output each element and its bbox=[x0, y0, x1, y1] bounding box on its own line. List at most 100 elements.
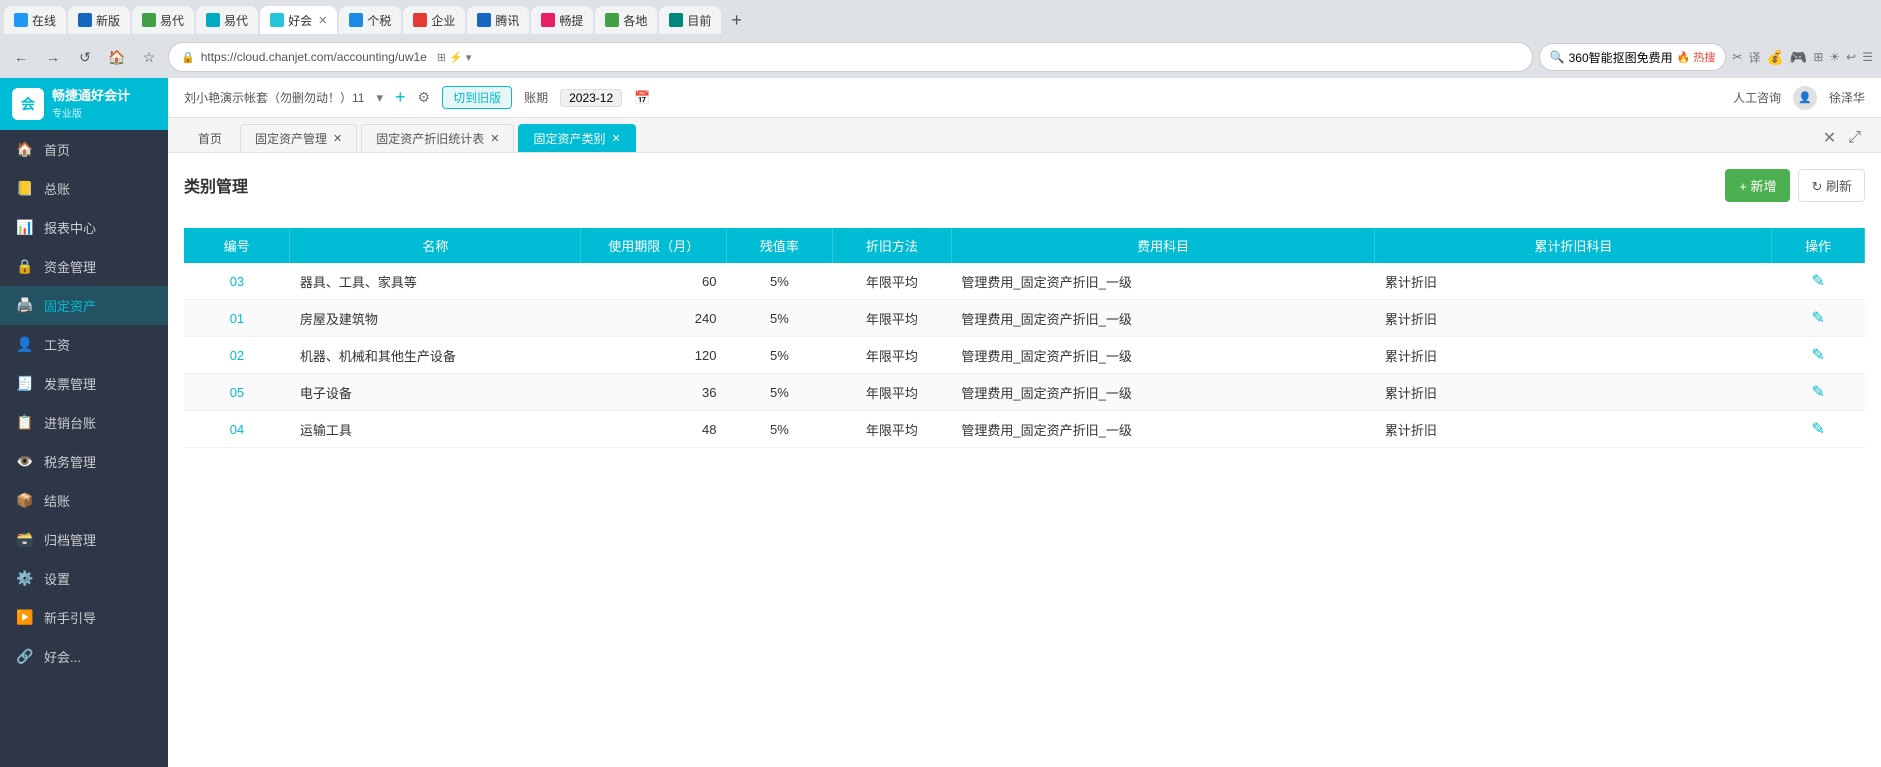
expand-panel-btn[interactable]: ⤢ bbox=[1844, 125, 1865, 151]
th-period: 使用期限（月） bbox=[581, 228, 727, 263]
browser-tab-1[interactable]: 在线 bbox=[4, 6, 66, 34]
sidebar-item-capital[interactable]: 🔒 资金管理 bbox=[0, 247, 168, 286]
tab-icon-11 bbox=[669, 13, 683, 27]
sidebar-item-home[interactable]: 🏠 首页 bbox=[0, 130, 168, 169]
browser-chrome: 在线 新版 易代 易代 好会 ✕ 个税 企业 腾讯 bbox=[0, 0, 1881, 78]
sidebar-item-archive[interactable]: 🗃️ 归档管理 bbox=[0, 520, 168, 559]
add-btn[interactable]: + 新增 bbox=[1725, 169, 1790, 202]
sidebar-item-fixed[interactable]: 🖨️ 固定资产 bbox=[0, 286, 168, 325]
sidebar-item-more[interactable]: 🔗 好会... bbox=[0, 637, 168, 676]
cell-edit[interactable]: ✎ bbox=[1772, 300, 1865, 337]
cell-code[interactable]: 02 bbox=[184, 337, 290, 374]
bookmark-btn[interactable]: ☆ bbox=[136, 44, 162, 70]
url-bar[interactable]: 🔒 https://cloud.chanjet.com/accounting/u… bbox=[168, 42, 1533, 72]
browser-tab-10[interactable]: 各地 bbox=[595, 6, 657, 34]
tab-fixed-mgmt[interactable]: 固定资产管理 ✕ bbox=[240, 124, 357, 152]
sidebar-item-close[interactable]: 📦 结账 bbox=[0, 481, 168, 520]
browser-tab-9[interactable]: 畅提 bbox=[531, 6, 593, 34]
sidebar-label-guide: 新手引导 bbox=[44, 608, 96, 627]
sidebar-item-io[interactable]: 📋 进销台账 bbox=[0, 403, 168, 442]
browser-tab-7[interactable]: 企业 bbox=[403, 6, 465, 34]
sidebar-item-reports[interactable]: 📊 报表中心 bbox=[0, 208, 168, 247]
close-panel-btn[interactable]: ✕ bbox=[1819, 124, 1840, 152]
dropdown-icon[interactable]: ▾ bbox=[376, 90, 383, 106]
sidebar-label-fixed: 固定资产 bbox=[44, 296, 96, 315]
tab-icon-1 bbox=[14, 13, 28, 27]
translate-icon[interactable]: 译 bbox=[1748, 49, 1760, 66]
cell-code[interactable]: 01 bbox=[184, 300, 290, 337]
consult-btn[interactable]: 人工咨询 bbox=[1733, 89, 1781, 106]
menu-icon[interactable]: ☰ bbox=[1862, 50, 1873, 64]
logo-text-wrapper: 畅捷通好会计 专业版 bbox=[52, 88, 130, 120]
cell-code[interactable]: 03 bbox=[184, 263, 290, 300]
back-btn[interactable]: ← bbox=[8, 44, 34, 70]
sidebar-item-guide[interactable]: ▶️ 新手引导 bbox=[0, 598, 168, 637]
browser-tab-2[interactable]: 新版 bbox=[68, 6, 130, 34]
tab-depreciation[interactable]: 固定资产折旧统计表 ✕ bbox=[361, 124, 514, 152]
brightness-icon[interactable]: ☀ bbox=[1829, 50, 1840, 64]
tab-icon-2 bbox=[78, 13, 92, 27]
cell-code[interactable]: 04 bbox=[184, 411, 290, 448]
browser-tab-8[interactable]: 腾讯 bbox=[467, 6, 529, 34]
tab-home[interactable]: 首页 bbox=[184, 125, 236, 152]
cell-edit[interactable]: ✎ bbox=[1772, 411, 1865, 448]
cell-residual: 5% bbox=[727, 300, 833, 337]
more-icon-sidebar: 🔗 bbox=[16, 648, 34, 666]
refresh-btn[interactable]: ↻ 刷新 bbox=[1798, 169, 1865, 202]
sidebar-item-tax[interactable]: 👁️ 税务管理 bbox=[0, 442, 168, 481]
cell-residual: 5% bbox=[727, 411, 833, 448]
sidebar-label-io: 进销台账 bbox=[44, 413, 96, 432]
lock-icon: 🔒 bbox=[181, 51, 195, 64]
cell-method: 年限平均 bbox=[832, 337, 951, 374]
cut-icon[interactable]: ✂ bbox=[1732, 50, 1742, 64]
tab-close-category[interactable]: ✕ bbox=[612, 132, 621, 145]
tab-close-fixed-mgmt[interactable]: ✕ bbox=[333, 132, 342, 145]
reload-btn[interactable]: ↺ bbox=[72, 44, 98, 70]
cell-edit[interactable]: ✎ bbox=[1772, 263, 1865, 300]
cell-accum: 累计折旧 bbox=[1375, 300, 1772, 337]
switch-version-btn[interactable]: 切到旧版 bbox=[442, 86, 512, 109]
browser-tab-5[interactable]: 好会 ✕ bbox=[260, 6, 337, 34]
home-icon: 🏠 bbox=[16, 141, 34, 159]
tabs-nav: 首页 固定资产管理 ✕ 固定资产折旧统计表 ✕ 固定资产类别 ✕ ✕ ⤢ bbox=[168, 118, 1881, 153]
fixed-icon: 🖨️ bbox=[16, 297, 34, 315]
coin-icon[interactable]: 💰 bbox=[1766, 49, 1783, 66]
new-tab-btn[interactable]: + bbox=[723, 10, 750, 31]
sidebar-item-settings[interactable]: ⚙️ 设置 bbox=[0, 559, 168, 598]
game-icon[interactable]: 🎮 bbox=[1790, 49, 1807, 66]
sidebar-label-settings: 设置 bbox=[44, 569, 70, 588]
browser-tab-6[interactable]: 个税 bbox=[339, 6, 401, 34]
browser-tab-11[interactable]: 目前 bbox=[659, 6, 721, 34]
add-account-btn[interactable]: + bbox=[395, 87, 406, 108]
cell-residual: 5% bbox=[727, 263, 833, 300]
hot-label: 🔥 热搜 bbox=[1677, 49, 1716, 65]
calendar-icon[interactable]: 📅 bbox=[634, 90, 650, 106]
home-btn[interactable]: 🏠 bbox=[104, 44, 130, 70]
tab-category[interactable]: 固定资产类别 ✕ bbox=[518, 124, 635, 152]
browser-tab-4[interactable]: 易代 bbox=[196, 6, 258, 34]
search-bar[interactable]: 🔍 360智能抠图免费用 🔥 热搜 bbox=[1539, 43, 1727, 71]
tab-close-5[interactable]: ✕ bbox=[318, 14, 327, 27]
table-header-row: 编号 名称 使用期限（月） 残值率 折旧方法 费用科目 累计折旧科目 操作 bbox=[184, 228, 1865, 263]
user-avatar: 👤 bbox=[1793, 86, 1817, 110]
sidebar-item-salary[interactable]: 👤 工资 bbox=[0, 325, 168, 364]
sidebar-label-more: 好会... bbox=[44, 647, 81, 666]
undo-icon[interactable]: ↩ bbox=[1846, 50, 1856, 64]
tax-icon: 👁️ bbox=[16, 453, 34, 471]
grid-icon[interactable]: ⊞ bbox=[1813, 50, 1823, 64]
sidebar-item-invoice[interactable]: 🧾 发票管理 bbox=[0, 364, 168, 403]
cell-code[interactable]: 05 bbox=[184, 374, 290, 411]
logo-icon: 会 bbox=[12, 88, 44, 120]
cell-edit[interactable]: ✎ bbox=[1772, 374, 1865, 411]
sidebar-label-invoice: 发票管理 bbox=[44, 374, 96, 393]
sidebar-item-ledger[interactable]: 📒 总账 bbox=[0, 169, 168, 208]
logo-main-text: 畅捷通好会计 bbox=[52, 88, 130, 105]
tab-icon-10 bbox=[605, 13, 619, 27]
cell-edit[interactable]: ✎ bbox=[1772, 337, 1865, 374]
tab-close-depreciation[interactable]: ✕ bbox=[490, 132, 499, 145]
tab-icon-3 bbox=[142, 13, 156, 27]
browser-tab-3[interactable]: 易代 bbox=[132, 6, 194, 34]
close-icon: 📦 bbox=[16, 492, 34, 510]
settings-gear-icon[interactable]: ⚙ bbox=[418, 89, 431, 106]
forward-btn[interactable]: → bbox=[40, 44, 66, 70]
